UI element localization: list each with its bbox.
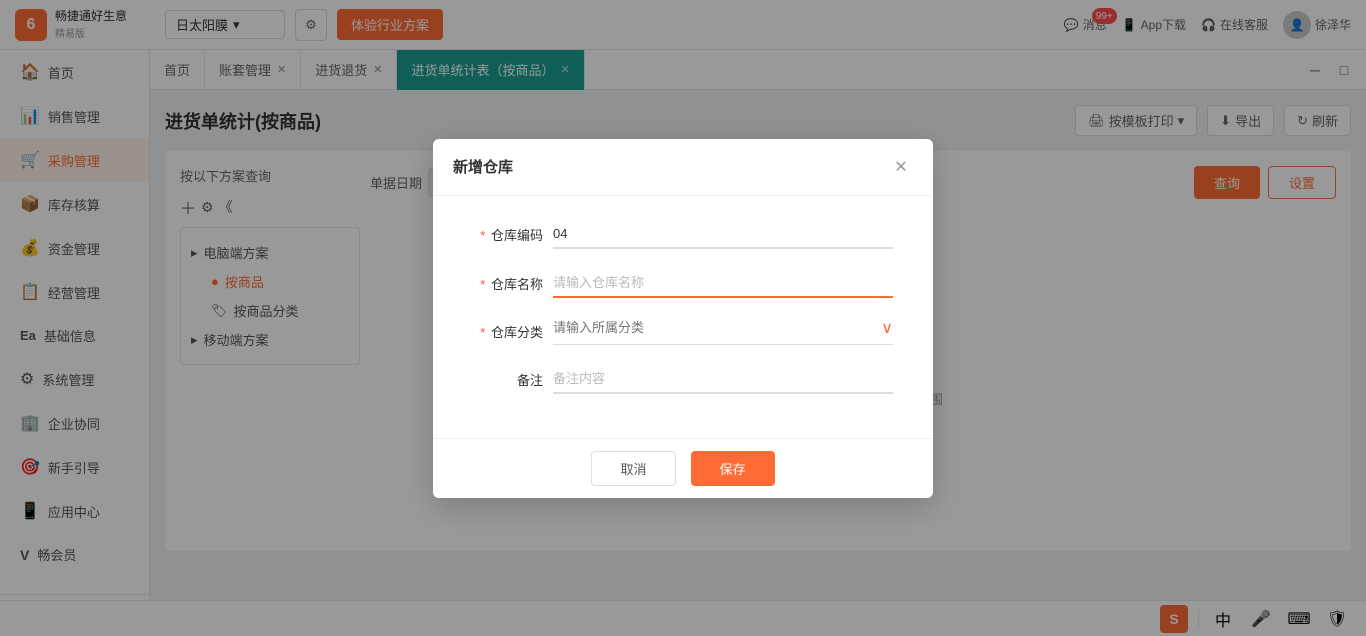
dialog-title: 新增仓库 — [453, 156, 513, 177]
dialog-footer: 取消 保存 — [433, 438, 933, 498]
note-label: 备注 — [473, 370, 543, 389]
category-input[interactable] — [553, 320, 881, 335]
code-input[interactable] — [553, 220, 893, 249]
category-dropdown-icon[interactable]: ∨ — [881, 318, 893, 338]
form-row-category: * 仓库分类 ∨ — [473, 318, 893, 345]
name-input[interactable] — [553, 269, 893, 298]
note-input[interactable] — [553, 365, 893, 394]
form-row-note: 备注 — [473, 365, 893, 394]
form-row-code: * 仓库编码 — [473, 220, 893, 249]
dialog-close-btn[interactable]: ✕ — [889, 155, 913, 179]
dialog-header: 新增仓库 ✕ — [433, 139, 933, 196]
dialog-overlay: 新增仓库 ✕ * 仓库编码 * 仓库名称 — [0, 0, 1366, 636]
cancel-button[interactable]: 取消 — [591, 451, 675, 486]
dialog-body: * 仓库编码 * 仓库名称 * 仓库分类 — [433, 196, 933, 438]
name-label: * 仓库名称 — [473, 274, 543, 293]
code-label: * 仓库编码 — [473, 225, 543, 244]
save-button[interactable]: 保存 — [691, 451, 775, 486]
category-select-wrap: ∨ — [553, 318, 893, 345]
form-row-name: * 仓库名称 — [473, 269, 893, 298]
category-label: * 仓库分类 — [473, 322, 543, 341]
add-warehouse-dialog: 新增仓库 ✕ * 仓库编码 * 仓库名称 — [433, 139, 933, 498]
